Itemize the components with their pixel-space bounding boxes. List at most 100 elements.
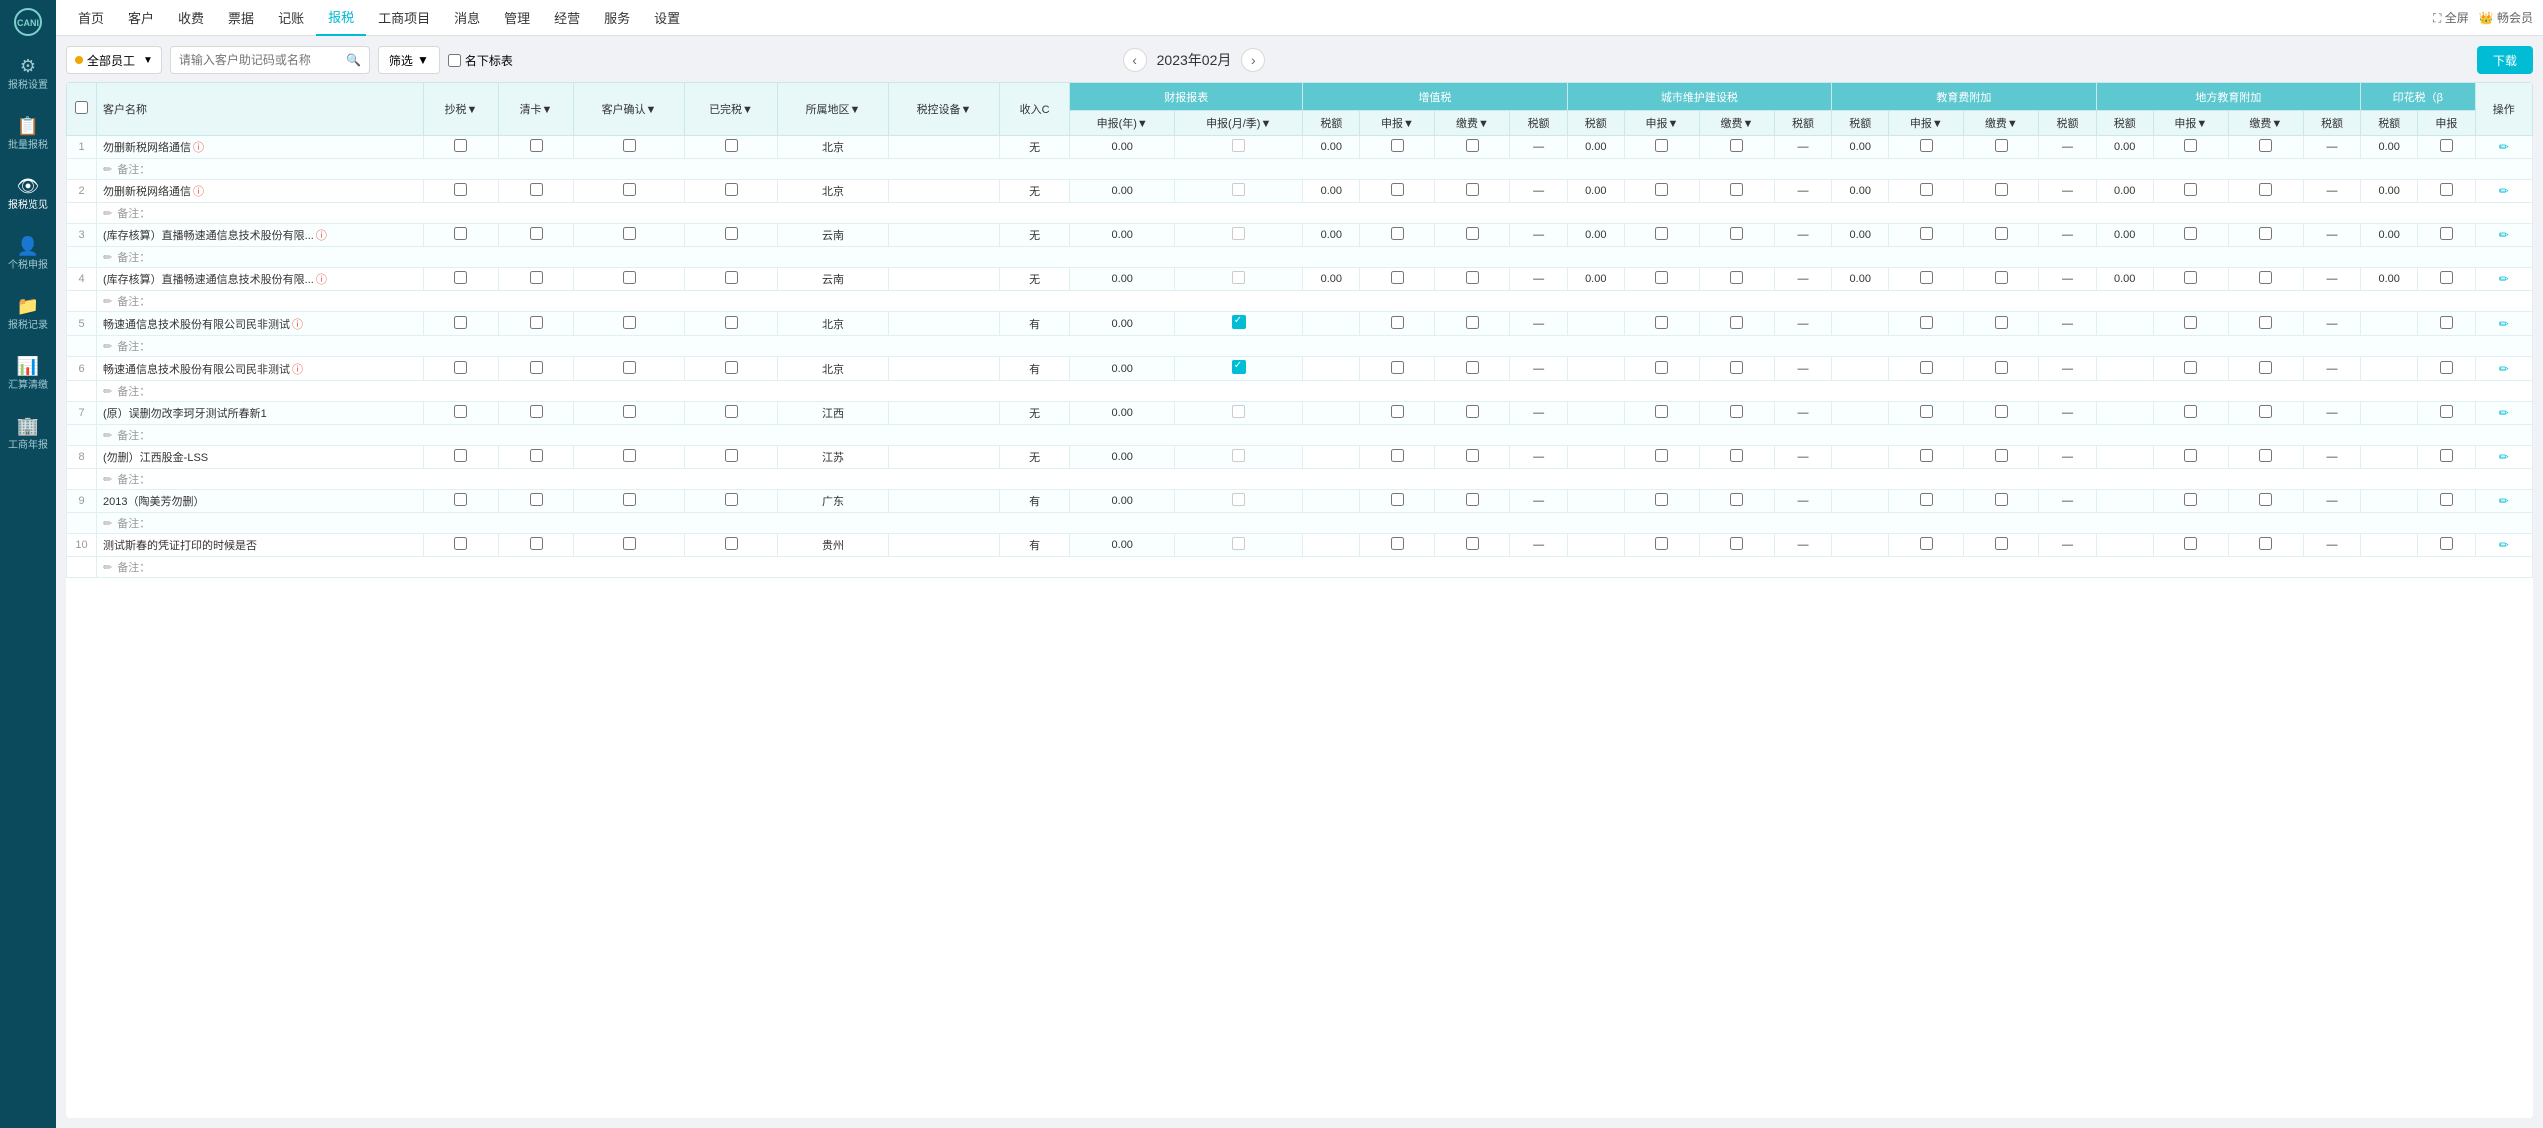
city-pay-cell[interactable] [1699, 268, 1774, 291]
edu-apply-cell[interactable] [1889, 534, 1964, 557]
edu-apply-cell[interactable] [1889, 224, 1964, 247]
local-pay-checkbox[interactable] [2259, 537, 2272, 550]
local-apply-cell[interactable] [2153, 136, 2228, 159]
nav-settings[interactable]: 设置 [642, 0, 692, 36]
chaoshui-cell[interactable] [423, 180, 498, 203]
edu-apply-checkbox[interactable] [1920, 405, 1933, 418]
city-apply-checkbox[interactable] [1655, 537, 1668, 550]
edu-pay-checkbox[interactable] [1995, 227, 2008, 240]
city-pay-cell[interactable] [1699, 446, 1774, 469]
vat-apply-cell[interactable] [1360, 136, 1435, 159]
qingka-checkbox[interactable] [530, 537, 543, 550]
vat-pay-cell[interactable] [1435, 446, 1510, 469]
paid-checkbox[interactable] [725, 449, 738, 462]
confirm-checkbox[interactable] [623, 405, 636, 418]
sidebar-item-personal-tax[interactable]: 👤 个税申报 [0, 224, 56, 284]
confirm-cell[interactable] [574, 224, 685, 247]
city-pay-cell[interactable] [1699, 402, 1774, 425]
stamp-apply-cell[interactable] [2418, 402, 2475, 425]
next-period-button[interactable]: › [1241, 48, 1265, 72]
local-pay-cell[interactable] [2228, 446, 2303, 469]
paid-cell[interactable] [685, 402, 778, 425]
col-sub-fin-year[interactable]: 申报(年)▼ [1070, 111, 1175, 136]
edu-pay-cell[interactable] [1964, 490, 2039, 513]
vat-apply-cell[interactable] [1360, 402, 1435, 425]
stamp-apply-cell[interactable] [2418, 312, 2475, 336]
chaoshui-checkbox[interactable] [454, 493, 467, 506]
edu-pay-checkbox[interactable] [1995, 271, 2008, 284]
city-apply-cell[interactable] [1624, 490, 1699, 513]
fin-month-cell[interactable] [1175, 402, 1303, 425]
edu-apply-checkbox[interactable] [1920, 493, 1933, 506]
vat-pay-checkbox[interactable] [1466, 227, 1479, 240]
vat-apply-checkbox[interactable] [1391, 183, 1404, 196]
edu-apply-checkbox[interactable] [1920, 227, 1933, 240]
action-cell[interactable]: ✏ [2475, 534, 2532, 557]
chaoshui-cell[interactable] [423, 402, 498, 425]
local-pay-cell[interactable] [2228, 224, 2303, 247]
col-sub-vat-apply[interactable]: 申报▼ [1360, 111, 1435, 136]
edu-pay-cell[interactable] [1964, 268, 2039, 291]
city-pay-cell[interactable] [1699, 490, 1774, 513]
chaoshui-checkbox[interactable] [454, 183, 467, 196]
sidebar-item-annual-report[interactable]: 🏢 工商年报 [0, 404, 56, 464]
paid-checkbox[interactable] [725, 316, 738, 329]
edu-apply-checkbox[interactable] [1920, 139, 1933, 152]
local-apply-checkbox[interactable] [2184, 271, 2197, 284]
edu-apply-cell[interactable] [1889, 312, 1964, 336]
vat-pay-cell[interactable] [1435, 490, 1510, 513]
chaoshui-cell[interactable] [423, 357, 498, 381]
city-pay-cell[interactable] [1699, 534, 1774, 557]
local-pay-cell[interactable] [2228, 180, 2303, 203]
vat-apply-cell[interactable] [1360, 357, 1435, 381]
nav-home[interactable]: 首页 [66, 0, 116, 36]
local-pay-checkbox[interactable] [2259, 139, 2272, 152]
local-apply-checkbox[interactable] [2184, 449, 2197, 462]
confirm-checkbox[interactable] [623, 361, 636, 374]
paid-cell[interactable] [685, 180, 778, 203]
stamp-apply-cell[interactable] [2418, 446, 2475, 469]
stamp-apply-cell[interactable] [2418, 534, 2475, 557]
vat-apply-checkbox[interactable] [1391, 227, 1404, 240]
local-pay-cell[interactable] [2228, 268, 2303, 291]
local-apply-checkbox[interactable] [2184, 493, 2197, 506]
vat-apply-checkbox[interactable] [1391, 361, 1404, 374]
qingka-checkbox[interactable] [530, 227, 543, 240]
edu-pay-checkbox[interactable] [1995, 493, 2008, 506]
fin-month-cell[interactable] [1175, 446, 1303, 469]
chaoshui-cell[interactable] [423, 312, 498, 336]
local-pay-cell[interactable] [2228, 136, 2303, 159]
confirm-cell[interactable] [574, 312, 685, 336]
stamp-apply-cell[interactable] [2418, 490, 2475, 513]
download-button[interactable]: 下载 [2477, 46, 2533, 74]
city-apply-checkbox[interactable] [1655, 316, 1668, 329]
confirm-cell[interactable] [574, 180, 685, 203]
confirm-checkbox[interactable] [623, 139, 636, 152]
paid-checkbox[interactable] [725, 139, 738, 152]
local-apply-cell[interactable] [2153, 224, 2228, 247]
nav-service[interactable]: 服务 [592, 0, 642, 36]
edit-icon[interactable]: ✏ [2499, 140, 2509, 154]
vat-pay-cell[interactable] [1435, 402, 1510, 425]
vat-pay-cell[interactable] [1435, 357, 1510, 381]
local-pay-checkbox[interactable] [2259, 361, 2272, 374]
qingka-cell[interactable] [499, 180, 574, 203]
chaoshui-cell[interactable] [423, 446, 498, 469]
col-sub-edu-pay[interactable]: 缴费▼ [1964, 111, 2039, 136]
paid-cell[interactable] [685, 136, 778, 159]
local-pay-checkbox[interactable] [2259, 316, 2272, 329]
qingka-checkbox[interactable] [530, 361, 543, 374]
city-apply-checkbox[interactable] [1655, 449, 1668, 462]
action-cell[interactable]: ✏ [2475, 224, 2532, 247]
edu-pay-checkbox[interactable] [1995, 449, 2008, 462]
local-apply-cell[interactable] [2153, 534, 2228, 557]
city-apply-checkbox[interactable] [1655, 405, 1668, 418]
edit-icon[interactable]: ✏ [2499, 228, 2509, 242]
local-apply-cell[interactable] [2153, 268, 2228, 291]
table-container[interactable]: 客户名称 抄税▼ 清卡▼ 客户确认▼ 已完税▼ 所属地区▼ 税控设备▼ 收入C … [66, 82, 2533, 1118]
edu-apply-cell[interactable] [1889, 357, 1964, 381]
col-header-qingka[interactable]: 清卡▼ [499, 83, 574, 136]
col-header-confirm[interactable]: 客户确认▼ [574, 83, 685, 136]
local-pay-checkbox[interactable] [2259, 227, 2272, 240]
vat-apply-cell[interactable] [1360, 446, 1435, 469]
